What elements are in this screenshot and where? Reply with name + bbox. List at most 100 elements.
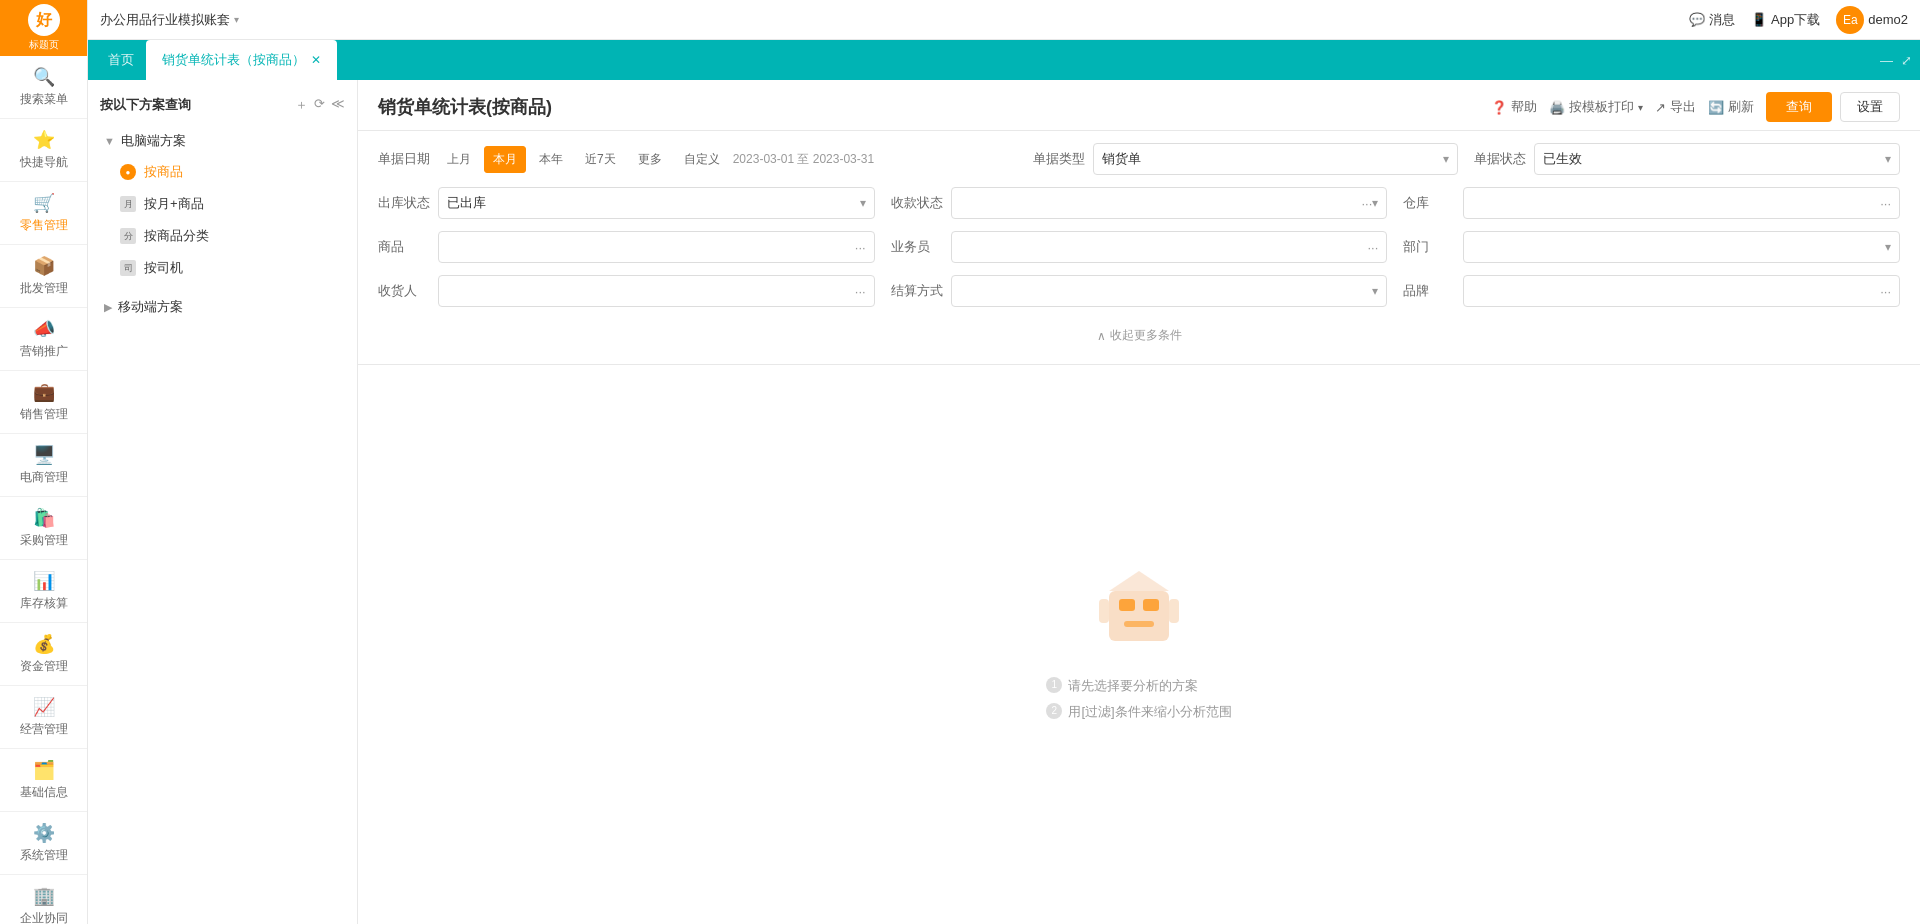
quicknav-icon: ⭐ — [33, 129, 55, 151]
collapse-panel-icon[interactable]: ≪ — [331, 96, 345, 114]
tab-home[interactable]: 首页 — [96, 40, 146, 80]
account-dropdown[interactable]: 办公用品行业模拟账套 ▾ — [100, 11, 239, 29]
doctype-select[interactable]: 销货单 — [1093, 143, 1459, 175]
collapse-bar[interactable]: ∧ 收起更多条件 — [378, 319, 1900, 352]
basic-icon: 🗂️ — [33, 759, 55, 781]
user-menu[interactable]: Ea demo2 — [1836, 6, 1908, 34]
salesperson-input[interactable]: ··· — [951, 231, 1388, 263]
refresh-button[interactable]: 🔄 刷新 — [1708, 98, 1754, 116]
right-panel: 销货单统计表(按商品) ❓ 帮助 🖨️ 按模板打印 ▾ ↗ 导出 — [358, 80, 1920, 924]
export-button[interactable]: ↗ 导出 — [1655, 98, 1696, 116]
title-actions: ❓ 帮助 🖨️ 按模板打印 ▾ ↗ 导出 🔄 刷新 — [1491, 92, 1900, 122]
app-logo: 好 标题页 — [0, 0, 88, 56]
doctype-label: 单据类型 — [1033, 150, 1093, 168]
salesperson-ellipsis[interactable]: ··· — [1368, 240, 1379, 255]
sidebar-item-operations[interactable]: 📈 经营管理 — [0, 686, 87, 749]
retail-icon: 🛒 — [33, 192, 55, 214]
scheme-item-by-product[interactable]: ● 按商品 — [88, 156, 357, 188]
filter-group-outstatus: 出库状态 已出库 — [378, 187, 875, 219]
expand-arrow-mobile-icon: ▶ — [104, 301, 112, 314]
header-left: 办公用品行业模拟账套 ▾ — [100, 11, 239, 29]
sidebar-item-enterprise-label: 企业协同 — [20, 910, 68, 924]
date-label: 单据日期 — [378, 150, 438, 168]
product-ellipsis[interactable]: ··· — [855, 240, 866, 255]
filter-row-1: 单据日期 上月 本月 本年 近7天 更多 自定义 2023-03-01 至 20… — [378, 143, 1900, 175]
logo-text: 标题页 — [29, 38, 59, 52]
department-select[interactable] — [1463, 231, 1900, 263]
header-right: 💬 消息 📱 App下载 Ea demo2 — [1689, 6, 1908, 34]
sidebar-item-retail[interactable]: 🛒 零售管理 — [0, 182, 87, 245]
sidebar-item-sales[interactable]: 💼 销售管理 — [0, 371, 87, 434]
receiver-ellipsis[interactable]: ··· — [855, 284, 866, 299]
page-title-bar: 销货单统计表(按商品) ❓ 帮助 🖨️ 按模板打印 ▾ ↗ 导出 — [358, 80, 1920, 131]
sidebar-item-wholesale[interactable]: 📦 批发管理 — [0, 245, 87, 308]
paymentstatus-ellipsis[interactable]: ··· — [1362, 196, 1373, 211]
app-download-button[interactable]: 📱 App下载 — [1751, 11, 1820, 29]
sidebar-item-search[interactable]: 🔍 搜索菜单 — [0, 56, 87, 119]
tab-sales-report[interactable]: 销货单统计表（按商品） ✕ — [146, 40, 337, 80]
help-button[interactable]: ❓ 帮助 — [1491, 98, 1537, 116]
hint-num-2: 2 — [1046, 703, 1062, 719]
window-minimize-icon[interactable]: — — [1880, 53, 1893, 68]
sidebar-item-system[interactable]: ⚙️ 系统管理 — [0, 812, 87, 875]
sidebar-item-enterprise[interactable]: 🏢 企业协同 — [0, 875, 87, 924]
message-button[interactable]: 💬 消息 — [1689, 11, 1735, 29]
export-label: 导出 — [1670, 98, 1696, 116]
date-btn-more[interactable]: 更多 — [629, 146, 671, 173]
scheme-item-by-cashier[interactable]: 司 按司机 — [88, 252, 357, 284]
logo-icon: 好 — [28, 4, 60, 36]
scheme-label-by-month-product: 按月+商品 — [144, 195, 204, 213]
docstatus-select[interactable]: 已生效 — [1534, 143, 1900, 175]
help-icon: ❓ — [1491, 100, 1507, 115]
add-scheme-icon[interactable]: ＋ — [295, 96, 308, 114]
query-button[interactable]: 查询 — [1766, 92, 1832, 122]
refresh-scheme-icon[interactable]: ⟳ — [314, 96, 325, 114]
filter-group-salesperson: 业务员 ··· — [891, 231, 1388, 263]
date-btn-custom[interactable]: 自定义 — [675, 146, 729, 173]
sidebar-item-ecommerce[interactable]: 🖥️ 电商管理 — [0, 434, 87, 497]
scheme-icon-product: ● — [120, 164, 136, 180]
sidebar-item-purchase[interactable]: 🛍️ 采购管理 — [0, 497, 87, 560]
scheme-group-mobile-title[interactable]: ▶ 移动端方案 — [88, 292, 357, 322]
brand-ellipsis[interactable]: ··· — [1880, 284, 1891, 299]
sidebar-item-inventory[interactable]: 📊 库存核算 — [0, 560, 87, 623]
tab-sales-report-label: 销货单统计表（按商品） — [162, 51, 305, 69]
message-icon: 💬 — [1689, 12, 1705, 27]
brand-input[interactable]: ··· — [1463, 275, 1900, 307]
date-btn-thismonth[interactable]: 本月 — [484, 146, 526, 173]
marketing-icon: 📣 — [33, 318, 55, 340]
refresh-label: 刷新 — [1728, 98, 1754, 116]
enterprise-icon: 🏢 — [33, 885, 55, 907]
product-input[interactable]: ··· — [438, 231, 875, 263]
left-panel: 按以下方案查询 ＋ ⟳ ≪ ▼ 电脑端方案 ● 按商品 月 按月 — [88, 80, 358, 924]
sidebar-item-basic[interactable]: 🗂️ 基础信息 — [0, 749, 87, 812]
scheme-item-by-category[interactable]: 分 按商品分类 — [88, 220, 357, 252]
settlement-select[interactable] — [951, 275, 1388, 307]
outstatus-select[interactable]: 已出库 — [438, 187, 875, 219]
template-print-button[interactable]: 🖨️ 按模板打印 ▾ — [1549, 98, 1643, 116]
wholesale-icon: 📦 — [33, 255, 55, 277]
scheme-item-by-month-product[interactable]: 月 按月+商品 — [88, 188, 357, 220]
settlement-label: 结算方式 — [891, 282, 951, 300]
date-btn-lastmonth[interactable]: 上月 — [438, 146, 480, 173]
scheme-group-desktop-title[interactable]: ▼ 电脑端方案 — [88, 126, 357, 156]
window-controls: — ⤢ — [1880, 53, 1912, 68]
receiver-input[interactable]: ··· — [438, 275, 875, 307]
collapse-label: 收起更多条件 — [1110, 327, 1182, 344]
empty-hints: 1 请先选择要分析的方案 2 用[过滤]条件来缩小分析范围 — [1046, 677, 1231, 729]
sidebar-item-quicknav[interactable]: ⭐ 快捷导航 — [0, 119, 87, 182]
warehouse-ellipsis[interactable]: ··· — [1880, 196, 1891, 211]
sidebar-item-marketing[interactable]: 📣 营销推广 — [0, 308, 87, 371]
svg-rect-1 — [1119, 599, 1135, 611]
svg-marker-6 — [1109, 571, 1169, 591]
setting-button[interactable]: 设置 — [1840, 92, 1900, 122]
product-label: 商品 — [378, 238, 438, 256]
date-btn-7days[interactable]: 近7天 — [576, 146, 625, 173]
warehouse-input[interactable]: ··· — [1463, 187, 1900, 219]
paymentstatus-select[interactable]: ··· — [951, 187, 1388, 219]
filter-group-paymentstatus: 收款状态 ··· — [891, 187, 1388, 219]
sidebar-item-finance[interactable]: 💰 资金管理 — [0, 623, 87, 686]
tab-close-icon[interactable]: ✕ — [311, 54, 321, 66]
window-maximize-icon[interactable]: ⤢ — [1901, 53, 1912, 68]
date-btn-thisyear[interactable]: 本年 — [530, 146, 572, 173]
